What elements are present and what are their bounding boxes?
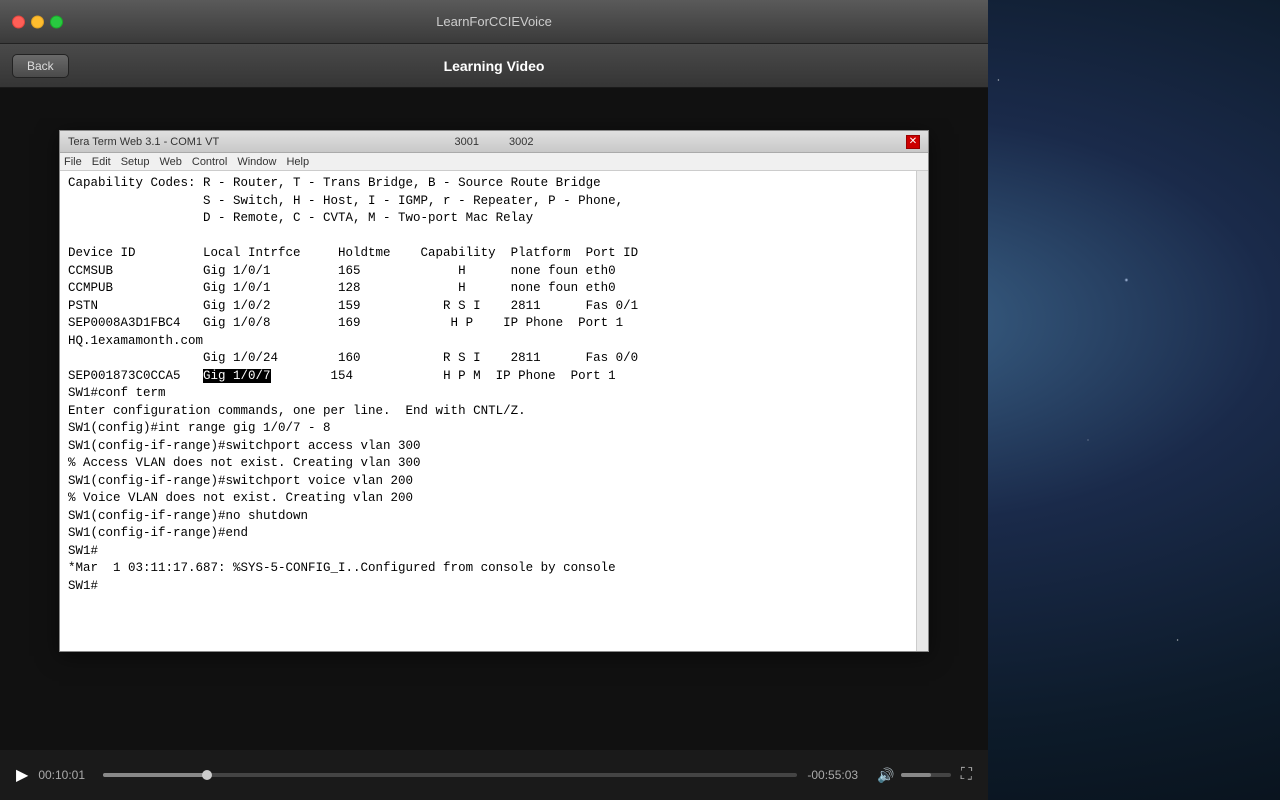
content-area: Tera Term Web 3.1 - COM1 VT 3001 3002 ✕ … — [0, 118, 988, 750]
terminal-line-6: CCMSUB Gig 1/0/1 165 H none foun eth0 — [68, 264, 616, 278]
volume-section: 🔊 — [877, 767, 950, 784]
back-button[interactable]: Back — [12, 54, 69, 78]
menu-window[interactable]: Window — [237, 156, 276, 168]
progress-bar[interactable] — [103, 773, 797, 777]
terminal-line-17: % Access VLAN does not exist. Creating v… — [68, 456, 421, 470]
terminal-line-22: SW1# — [68, 544, 98, 558]
terminal-line-12-suffix: 154 H P M IP Phone Port 1 — [271, 369, 616, 383]
terminal-close-icon[interactable]: ✕ — [906, 135, 920, 149]
volume-fill — [901, 773, 931, 777]
terminal-line-13: SW1#conf term — [68, 386, 166, 400]
toolbar: Back Learning Video — [0, 44, 988, 88]
menu-file[interactable]: File — [64, 156, 82, 168]
volume-icon[interactable]: 🔊 — [877, 767, 894, 784]
terminal-line-24: SW1# — [68, 579, 98, 593]
minimize-button[interactable] — [31, 15, 44, 28]
terminal-menubar: File Edit Setup Web Control Window Help — [60, 153, 928, 171]
play-button[interactable]: ▶ — [16, 765, 28, 785]
close-button[interactable] — [12, 15, 25, 28]
menu-setup[interactable]: Setup — [121, 156, 150, 168]
terminal-line-12-prefix: SEP001873C0CCA5 — [68, 369, 203, 383]
fullscreen-button[interactable]: ⛶ — [961, 766, 972, 784]
app-window: LearnForCCIEVoice Back Learning Video Te… — [0, 0, 988, 800]
volume-bar[interactable] — [901, 773, 951, 777]
terminal-main: Capability Codes: R - Router, T - Trans … — [60, 171, 916, 651]
progress-fill — [103, 773, 207, 777]
title-bar: LearnForCCIEVoice — [0, 0, 988, 44]
terminal-window-title: Tera Term Web 3.1 - COM1 VT — [68, 136, 219, 148]
menu-web[interactable]: Web — [159, 156, 181, 168]
time-current: 00:10:01 — [38, 768, 93, 782]
terminal-line-10: HQ.1examamonth.com — [68, 334, 203, 348]
menu-control[interactable]: Control — [192, 156, 227, 168]
black-separator — [0, 88, 988, 118]
terminal-scrollbar[interactable] — [916, 171, 928, 651]
window-title: LearnForCCIEVoice — [436, 14, 552, 29]
progress-knob[interactable] — [202, 770, 212, 780]
terminal-line-15: SW1(config)#int range gig 1/0/7 - 8 — [68, 421, 331, 435]
terminal-number-2: 3002 — [509, 136, 533, 148]
menu-edit[interactable]: Edit — [92, 156, 111, 168]
terminal-container: Capability Codes: R - Router, T - Trans … — [60, 171, 928, 651]
desktop: LearnForCCIEVoice Back Learning Video Te… — [0, 0, 1280, 800]
maximize-button[interactable] — [50, 15, 63, 28]
terminal-line-8: PSTN Gig 1/0/2 159 R S I 2811 Fas 0/1 — [68, 299, 638, 313]
time-remaining: -00:55:03 — [807, 768, 867, 782]
terminal-numbers: 3001 3002 — [455, 136, 534, 148]
terminal-line-2: S - Switch, H - Host, I - IGMP, r - Repe… — [68, 194, 623, 208]
terminal-titlebar: Tera Term Web 3.1 - COM1 VT 3001 3002 ✕ — [60, 131, 928, 153]
toolbar-title: Learning Video — [444, 58, 545, 74]
terminal-line-1: Capability Codes: R - Router, T - Trans … — [68, 176, 601, 190]
terminal-line-21: SW1(config-if-range)#end — [68, 526, 248, 540]
terminal-line-16: SW1(config-if-range)#switchport access v… — [68, 439, 421, 453]
terminal-line-20: SW1(config-if-range)#no shutdown — [68, 509, 308, 523]
terminal-line-7: CCMPUB Gig 1/0/1 128 H none foun eth0 — [68, 281, 616, 295]
traffic-lights — [12, 15, 63, 28]
terminal-body[interactable]: Capability Codes: R - Router, T - Trans … — [60, 171, 916, 651]
terminal-line-19: % Voice VLAN does not exist. Creating vl… — [68, 491, 413, 505]
terminal-line-5: Device ID Local Intrfce Holdtme Capabili… — [68, 246, 638, 260]
terminal-line-11: Gig 1/0/24 160 R S I 2811 Fas 0/0 — [68, 351, 638, 365]
terminal-line-9: SEP0008A3D1FBC4 Gig 1/0/8 169 H P IP Pho… — [68, 316, 623, 330]
terminal-line-18: SW1(config-if-range)#switchport voice vl… — [68, 474, 413, 488]
menu-help[interactable]: Help — [286, 156, 309, 168]
terminal-line-14: Enter configuration commands, one per li… — [68, 404, 526, 418]
player-bar: ▶ 00:10:01 -00:55:03 🔊 ⛶ — [0, 750, 988, 800]
terminal-window: Tera Term Web 3.1 - COM1 VT 3001 3002 ✕ … — [59, 130, 929, 652]
terminal-line-3: D - Remote, C - CVTA, M - Two-port Mac R… — [68, 211, 533, 225]
terminal-number-1: 3001 — [455, 136, 479, 148]
terminal-highlight: Gig 1/0/7 — [203, 369, 271, 383]
terminal-line-23: *Mar 1 03:11:17.687: %SYS-5-CONFIG_I..Co… — [68, 561, 616, 575]
